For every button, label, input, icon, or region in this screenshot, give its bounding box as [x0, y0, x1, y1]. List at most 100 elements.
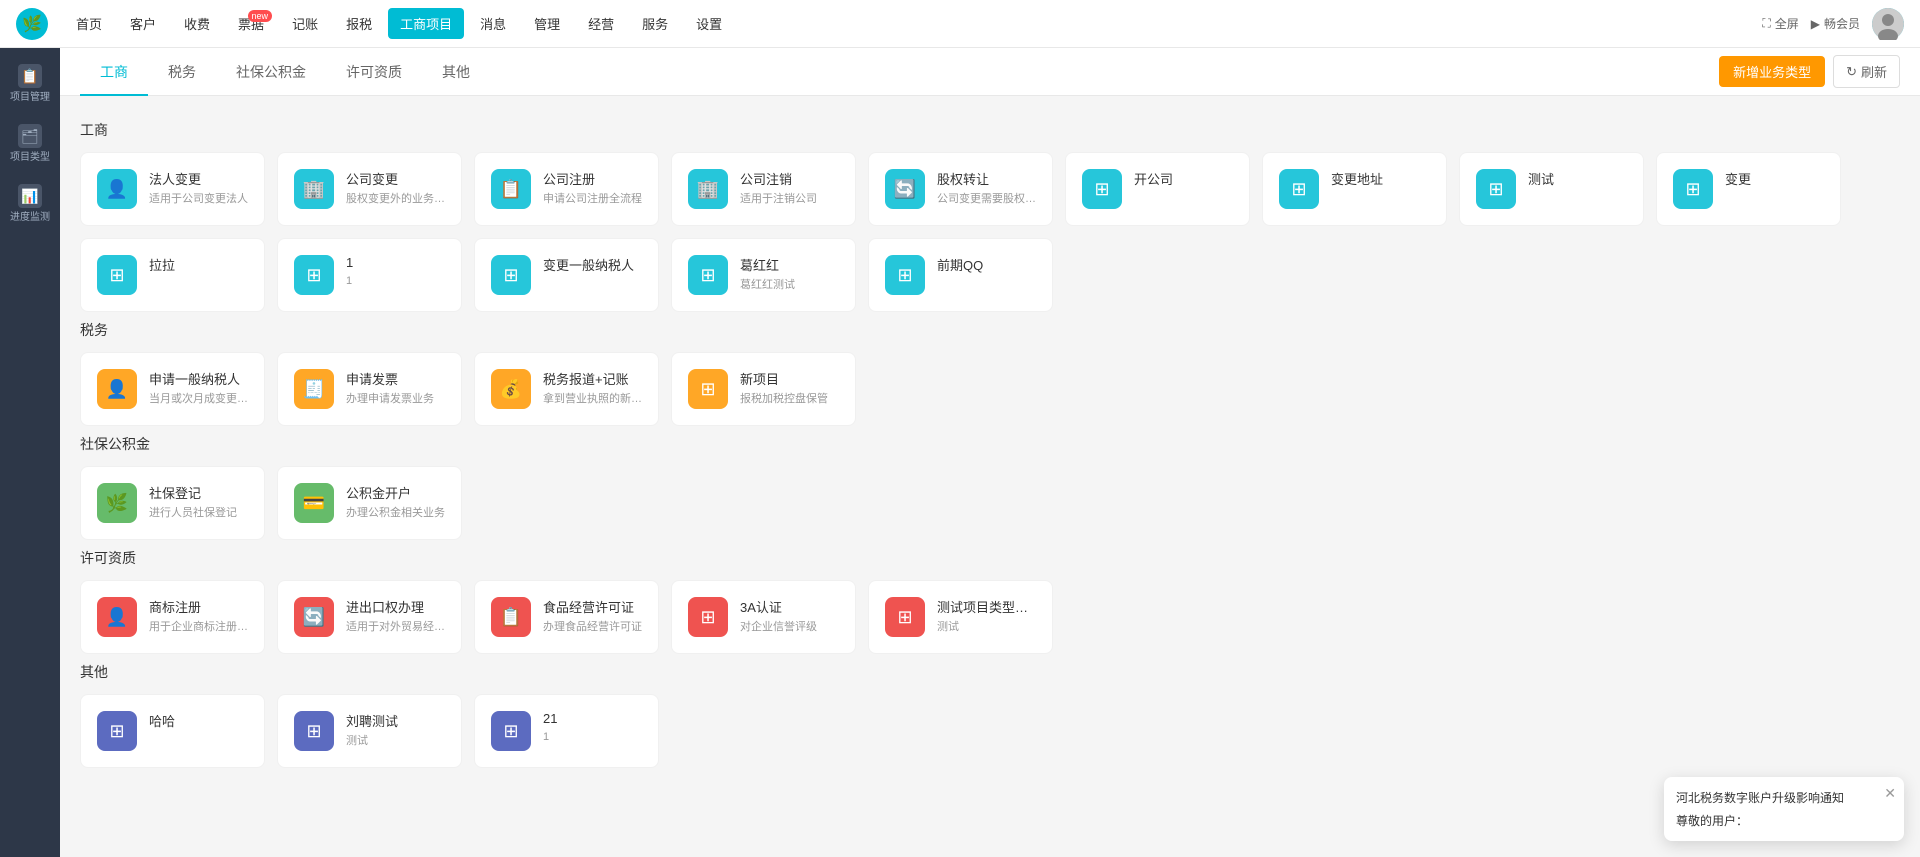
- card-desc-num1: 1: [346, 274, 445, 289]
- svg-text:🌿: 🌿: [22, 14, 42, 33]
- sidebar-item-progress[interactable]: 📊进度监测: [4, 176, 56, 232]
- card-company-change[interactable]: 🏢 公司变更股权变更外的业务变更: [277, 152, 462, 226]
- card-info-company-cancel: 公司注销适用于注销公司: [740, 169, 839, 207]
- nav-item-settings[interactable]: 设置: [684, 8, 734, 39]
- card-title-apply-taxpayer: 申请一般纳税人: [149, 369, 248, 388]
- nav-badge-invoice: new: [248, 10, 273, 22]
- card-test-type[interactable]: ⊞ 测试项目类型目定义测试: [868, 580, 1053, 654]
- card-desc-company-change: 股权变更外的业务变更: [346, 192, 445, 207]
- card-desc-company-register: 申请公司注册全流程: [543, 192, 642, 207]
- card-trademark[interactable]: 👤商标注册用于企业商标注册服务: [80, 580, 265, 654]
- card-food-license[interactable]: 📋食品经营许可证办理食品经营许可证: [474, 580, 659, 654]
- card-lala[interactable]: ⊞拉拉: [80, 238, 265, 312]
- refresh-button[interactable]: ↻ 刷新: [1833, 55, 1900, 88]
- tab-shuiwu[interactable]: 税务: [148, 48, 216, 96]
- card-apply-invoice[interactable]: 🧾申请发票办理申请发票业务: [277, 352, 462, 426]
- card-open-company[interactable]: ⊞开公司: [1065, 152, 1250, 226]
- page-content: 工商 👤法人变更适用于公司变更法人 🏢 公司变更股权变更外的业务变更 📋公司注册申请公司…: [60, 96, 1920, 792]
- card-test1[interactable]: ⊞测试: [1459, 152, 1644, 226]
- sidebar-icon-project-type: 🗂: [18, 124, 42, 148]
- card-title-mohong: 葛红红: [740, 255, 839, 274]
- tab-gongshang[interactable]: 工商: [80, 48, 148, 96]
- card-icon-test-type: ⊞: [885, 597, 925, 637]
- card-import-export[interactable]: 🔄进出口权办理适用于对外贸易经营者: [277, 580, 462, 654]
- nav-item-client[interactable]: 客户: [118, 8, 168, 39]
- fullscreen-btn[interactable]: ⛶ 全屏: [1762, 15, 1798, 32]
- card-title-trademark: 商标注册: [149, 597, 248, 616]
- notification-close-btn[interactable]: ✕: [1884, 785, 1896, 802]
- card-change-taxpayer[interactable]: ⊞变更一般纳税人: [474, 238, 659, 312]
- nav-item-billing[interactable]: 收费: [172, 8, 222, 39]
- nav-item-manage[interactable]: 管理: [522, 8, 572, 39]
- card-info-import-export: 进出口权办理适用于对外贸易经营者: [346, 597, 445, 635]
- nav-item-invoice[interactable]: 票据new: [226, 8, 276, 39]
- tab-xuke[interactable]: 许可资质: [326, 48, 422, 96]
- avatar[interactable]: [1872, 8, 1904, 40]
- card-title-company-change: 公司变更: [346, 169, 445, 188]
- card-equity-transfer[interactable]: 🔄股权转让公司变更需要股权转让: [868, 152, 1053, 226]
- tab-other[interactable]: 其他: [422, 48, 490, 96]
- card-title-3a-cert: 3A认证: [740, 597, 839, 616]
- card-icon-num21: ⊞: [491, 711, 531, 751]
- refresh-icon: ↻: [1846, 64, 1857, 80]
- card-icon-company-change: 🏢: [294, 169, 334, 209]
- card-desc-test-type: 测试: [937, 620, 1036, 635]
- card-icon-num1: ⊞: [294, 255, 334, 295]
- card-num21[interactable]: ⊞ 211: [474, 694, 659, 768]
- nav-item-tax[interactable]: 报税: [334, 8, 384, 39]
- card-info-equity-transfer: 股权转让公司变更需要股权转让: [937, 169, 1036, 207]
- sidebar-item-project-mgmt[interactable]: 📋项目管理: [4, 56, 56, 112]
- nav-item-service[interactable]: 服务: [630, 8, 680, 39]
- tab-bar: 工商税务社保公积金许可资质其他 新增业务类型 ↻ 刷新: [60, 48, 1920, 96]
- card-info-test-type: 测试项目类型目定义测试: [937, 597, 1036, 635]
- card-title-change2: 变更: [1725, 169, 1824, 188]
- card-change2[interactable]: ⊞变更: [1656, 152, 1841, 226]
- nav-item-home[interactable]: 首页: [64, 8, 114, 39]
- nav-right: ⛶ 全屏 ▶ 畅会员: [1762, 8, 1904, 40]
- member-btn[interactable]: ▶ 畅会员: [1811, 15, 1860, 32]
- card-liupeng-test[interactable]: ⊞刘聘测试测试: [277, 694, 462, 768]
- card-fund-open[interactable]: 💳公积金开户办理公积金相关业务: [277, 466, 462, 540]
- card-pre-qq[interactable]: ⊞前期QQ: [868, 238, 1053, 312]
- sidebar-item-project-type[interactable]: 🗂项目类型: [4, 116, 56, 172]
- nav-item-message[interactable]: 消息: [468, 8, 518, 39]
- card-icon-trademark: 👤: [97, 597, 137, 637]
- new-type-button[interactable]: 新增业务类型: [1719, 56, 1825, 87]
- nav-item-operation[interactable]: 经营: [576, 8, 626, 39]
- cards-grid-other: ⊞哈哈⊞刘聘测试测试 ⊞ 211: [80, 694, 1900, 768]
- nav-item-bizproject[interactable]: 工商项目: [388, 8, 464, 39]
- card-num1[interactable]: ⊞11: [277, 238, 462, 312]
- card-legal-change[interactable]: 👤法人变更适用于公司变更法人: [80, 152, 265, 226]
- card-info-open-company: 开公司: [1134, 169, 1233, 192]
- cards-grid-shebao: 🌿社保登记进行人员社保登记💳公积金开户办理公积金相关业务: [80, 466, 1900, 540]
- section-title-gongshang: 工商: [80, 120, 1900, 140]
- section-title-shebao: 社保公积金: [80, 434, 1900, 454]
- card-icon-new-project: ⊞: [688, 369, 728, 409]
- card-info-liupeng-test: 刘聘测试测试: [346, 711, 445, 749]
- notification-popup: ✕ 河北税务数字账户升级影响通知 尊敬的用户：: [1664, 777, 1904, 841]
- card-social-register[interactable]: 🌿社保登记进行人员社保登记: [80, 466, 265, 540]
- card-info-change-taxpayer: 变更一般纳税人: [543, 255, 642, 278]
- card-tax-report-ledger[interactable]: 💰税务报道+记账拿到营业执照的新公司: [474, 352, 659, 426]
- nav-item-ledger[interactable]: 记账: [280, 8, 330, 39]
- cards-grid-gongshang: 👤法人变更适用于公司变更法人 🏢 公司变更股权变更外的业务变更 📋公司注册申请公司注册…: [80, 152, 1900, 312]
- card-info-tax-report-ledger: 税务报道+记账拿到营业执照的新公司: [543, 369, 642, 407]
- section-title-shuiwu: 税务: [80, 320, 1900, 340]
- card-desc-apply-invoice: 办理申请发票业务: [346, 392, 445, 407]
- card-icon-legal-change: 👤: [97, 169, 137, 209]
- card-info-num21: 211: [543, 711, 642, 745]
- card-icon-lala: ⊞: [97, 255, 137, 295]
- tab-shebao[interactable]: 社保公积金: [216, 48, 326, 96]
- card-3a-cert[interactable]: ⊞3A认证对企业信誉评级: [671, 580, 856, 654]
- card-title-company-cancel: 公司注销: [740, 169, 839, 188]
- card-apply-taxpayer[interactable]: 👤申请一般纳税人当月或次月成变更完成: [80, 352, 265, 426]
- card-desc-mohong: 葛红红测试: [740, 278, 839, 293]
- card-company-register[interactable]: 📋公司注册申请公司注册全流程: [474, 152, 659, 226]
- card-change-address[interactable]: ⊞变更地址: [1262, 152, 1447, 226]
- card-mohong[interactable]: ⊞葛红红葛红红测试: [671, 238, 856, 312]
- card-new-project[interactable]: ⊞新项目报税加税控盘保管: [671, 352, 856, 426]
- card-desc-import-export: 适用于对外贸易经营者: [346, 620, 445, 635]
- card-haha[interactable]: ⊞哈哈: [80, 694, 265, 768]
- card-company-cancel[interactable]: 🏢公司注销适用于注销公司: [671, 152, 856, 226]
- logo-icon[interactable]: 🌿: [16, 8, 48, 40]
